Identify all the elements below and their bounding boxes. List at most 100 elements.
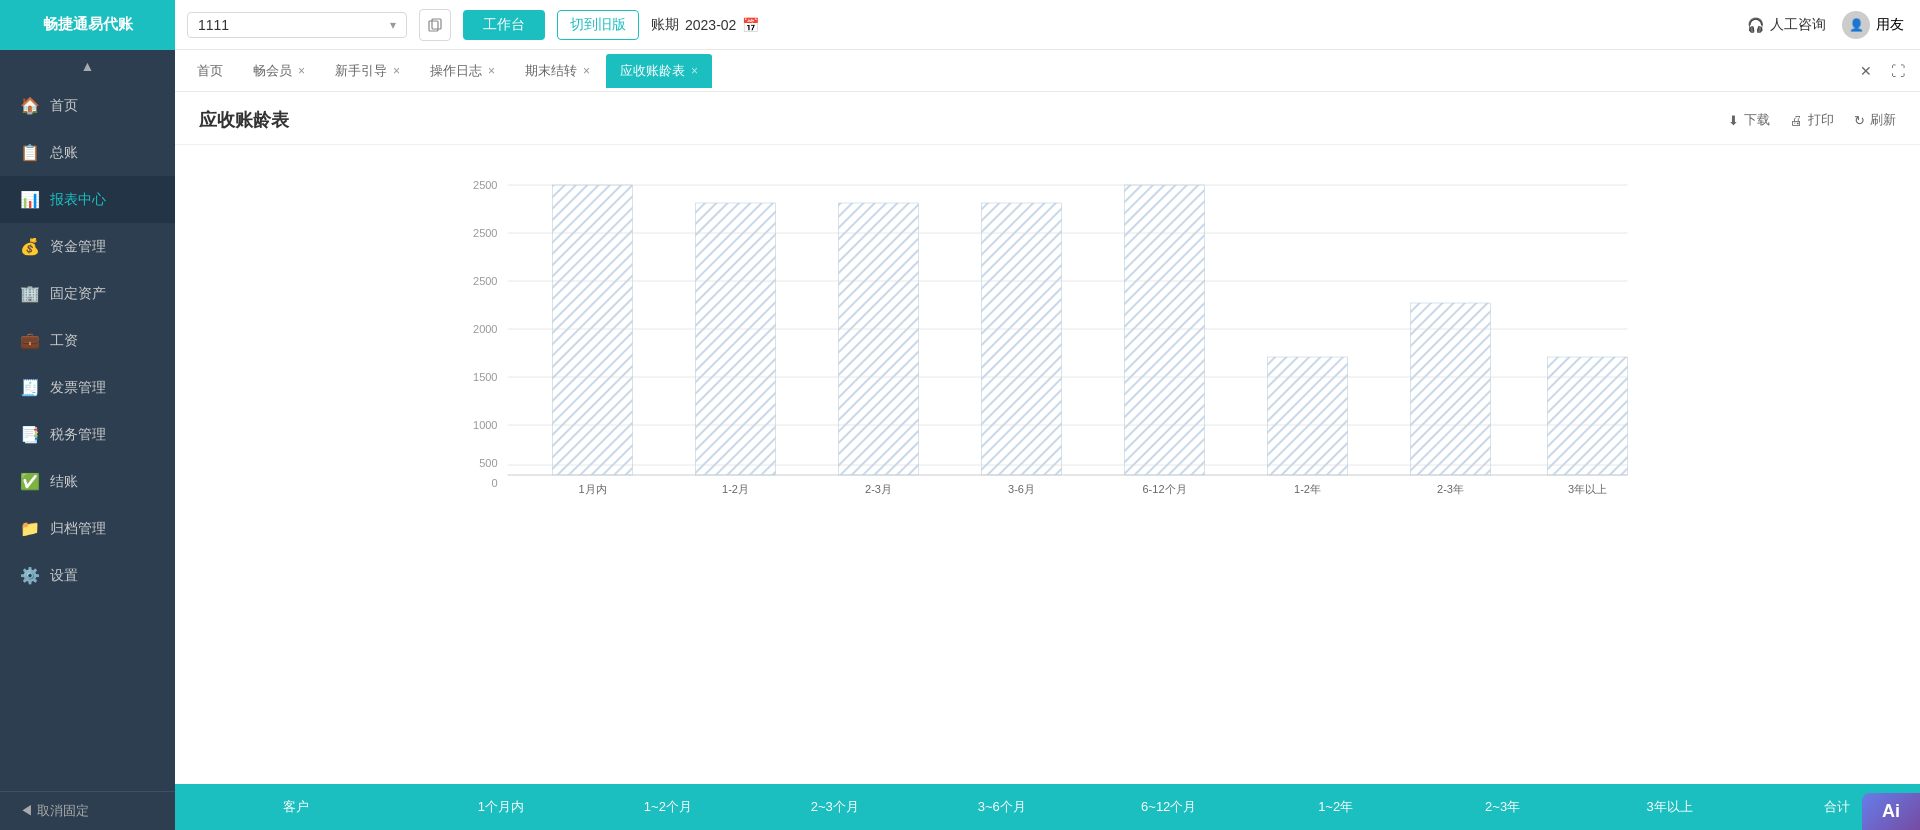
- close-tab-button[interactable]: ✕: [1852, 57, 1880, 85]
- svg-text:2000: 2000: [473, 323, 497, 335]
- tab-close-period-end[interactable]: ×: [583, 64, 590, 78]
- tab-close-aging[interactable]: ×: [691, 64, 698, 78]
- page-actions: ⬇ 下载 🖨 打印 ↻ 刷新: [1728, 111, 1896, 129]
- sidebar-label-tax: 税务管理: [50, 426, 106, 444]
- tabs-actions: ✕ ⛶: [1852, 57, 1912, 85]
- switch-version-button[interactable]: 切到旧版: [557, 10, 639, 40]
- sidebar-label-checkout: 结账: [50, 473, 78, 491]
- sidebar-item-home[interactable]: 🏠 首页: [0, 82, 175, 129]
- sidebar-item-settings[interactable]: ⚙️ 设置: [0, 552, 175, 599]
- ai-badge[interactable]: Ai: [1862, 793, 1920, 830]
- th-cell-5: 6~12个月: [1085, 798, 1252, 816]
- assets-icon: 🏢: [20, 284, 40, 303]
- tab-oplog[interactable]: 操作日志×: [416, 54, 509, 88]
- th-cell-2: 1~2个月: [584, 798, 751, 816]
- svg-text:6-12个月: 6-12个月: [1142, 483, 1186, 495]
- refresh-button[interactable]: ↻ 刷新: [1854, 111, 1896, 129]
- consult-button[interactable]: 🎧 人工咨询: [1747, 16, 1826, 34]
- tab-close-member[interactable]: ×: [298, 64, 305, 78]
- sidebar-label-settings: 设置: [50, 567, 78, 585]
- calendar-icon[interactable]: 📅: [742, 17, 759, 33]
- sidebar-label-assets: 固定资产: [50, 285, 106, 303]
- tab-aging[interactable]: 应收账龄表×: [606, 54, 712, 88]
- svg-text:1500: 1500: [473, 371, 497, 383]
- user-area[interactable]: 👤 用友: [1842, 11, 1904, 39]
- svg-text:1-2月: 1-2月: [722, 483, 749, 495]
- header-right: 🎧 人工咨询 👤 用友: [1747, 11, 1904, 39]
- sidebar-label-funds: 资金管理: [50, 238, 106, 256]
- consult-label: 人工咨询: [1770, 16, 1826, 34]
- bar-7: [1411, 303, 1491, 475]
- svg-text:2500: 2500: [473, 227, 497, 239]
- period-label: 账期: [651, 16, 679, 34]
- print-label: 打印: [1808, 111, 1834, 129]
- th-cell-6: 1~2年: [1252, 798, 1419, 816]
- tab-home[interactable]: 首页: [183, 54, 237, 88]
- sidebar-item-assets[interactable]: 🏢 固定资产: [0, 270, 175, 317]
- chart-area: 2500 2500 2500 2000 1500 1000 500 0: [175, 145, 1920, 784]
- sidebar-label-archive: 归档管理: [50, 520, 106, 538]
- ledger-icon: 📋: [20, 143, 40, 162]
- main-layout: ▲ 🏠 首页 📋 总账 📊报表中心 💰 资金管理 🏢 固定资产 💼工资 🧾 发票管理 📑 税务管理 ✅结账📁…: [0, 50, 1920, 830]
- sidebar-item-checkout[interactable]: ✅结账: [0, 458, 175, 505]
- sidebar-item-reports[interactable]: 📊报表中心: [0, 176, 175, 223]
- tax-icon: 📑: [20, 425, 40, 444]
- svg-text:3-6月: 3-6月: [1008, 483, 1035, 495]
- th-cell-8: 3年以上: [1586, 798, 1753, 816]
- download-button[interactable]: ⬇ 下载: [1728, 111, 1770, 129]
- cancel-pin-button[interactable]: ◀ 取消固定: [0, 792, 175, 830]
- bar-3: [839, 203, 919, 475]
- bar-chart: 2500 2500 2500 2000 1500 1000 500 0: [199, 165, 1896, 505]
- sidebar-label-home: 首页: [50, 97, 78, 115]
- tab-label-period-end: 期末结转: [525, 62, 577, 80]
- refresh-icon: ↻: [1854, 113, 1865, 128]
- tab-member[interactable]: 畅会员 ×: [239, 54, 319, 88]
- svg-text:1000: 1000: [473, 419, 497, 431]
- logo-text: 畅捷通易代账: [43, 15, 133, 34]
- bar-4: [982, 203, 1062, 475]
- sidebar-label-salary: 工资: [50, 332, 78, 350]
- invoice-icon: 🧾: [20, 378, 40, 397]
- tab-close-guide[interactable]: ×: [393, 64, 400, 78]
- company-selector[interactable]: 1111 ▾: [187, 12, 407, 38]
- svg-text:2500: 2500: [473, 275, 497, 287]
- sidebar-label-reports: 报表中心: [50, 191, 106, 209]
- top-header: 畅捷通易代账 1111 ▾ 工作台 切到旧版 账期 2023-02 📅 🎧 人工…: [0, 0, 1920, 50]
- tab-guide[interactable]: 新手引导×: [321, 54, 414, 88]
- period-area: 账期 2023-02 📅: [651, 16, 759, 34]
- maximize-tab-button[interactable]: ⛶: [1884, 57, 1912, 85]
- svg-text:1月内: 1月内: [578, 483, 606, 495]
- th-cell-3: 2~3个月: [751, 798, 918, 816]
- workbench-button[interactable]: 工作台: [463, 10, 545, 40]
- svg-text:500: 500: [479, 457, 497, 469]
- tab-period-end[interactable]: 期末结转 ×: [511, 54, 604, 88]
- sidebar-label-invoice: 发票管理: [50, 379, 106, 397]
- tab-label-member: 畅会员: [253, 62, 292, 80]
- download-label: 下载: [1744, 111, 1770, 129]
- download-icon: ⬇: [1728, 113, 1739, 128]
- th-cell-1: 1个月内: [417, 798, 584, 816]
- print-button[interactable]: 🖨 打印: [1790, 111, 1834, 129]
- settings-icon: ⚙️: [20, 566, 40, 585]
- scroll-up-button[interactable]: ▲: [0, 50, 175, 82]
- sidebar-item-archive[interactable]: 📁归档管理: [0, 505, 175, 552]
- sidebar-items: 🏠 首页 📋 总账 📊报表中心 💰 资金管理 🏢 固定资产 💼工资 🧾 发票管理 📑 税务管理 ✅结账📁归档…: [0, 82, 175, 599]
- th-cell-7: 2~3年: [1419, 798, 1586, 816]
- sidebar-item-funds[interactable]: 💰 资金管理: [0, 223, 175, 270]
- funds-icon: 💰: [20, 237, 40, 256]
- page-content: 应收账龄表 ⬇ 下载 🖨 打印 ↻ 刷新: [175, 92, 1920, 830]
- bar-5: [1125, 185, 1205, 475]
- sidebar-item-salary[interactable]: 💼工资: [0, 317, 175, 364]
- sidebar-item-invoice[interactable]: 🧾 发票管理: [0, 364, 175, 411]
- copy-button[interactable]: [419, 9, 451, 41]
- sidebar-item-ledger[interactable]: 📋 总账: [0, 129, 175, 176]
- th-cell-4: 3~6个月: [918, 798, 1085, 816]
- tab-close-oplog[interactable]: ×: [488, 64, 495, 78]
- sidebar: ▲ 🏠 首页 📋 总账 📊报表中心 💰 资金管理 🏢 固定资产 💼工资 🧾 发票管理 📑 税务管理 ✅结账📁…: [0, 50, 175, 830]
- sidebar-label-ledger: 总账: [50, 144, 78, 162]
- bar-1: [553, 185, 633, 475]
- company-name: 1111: [198, 17, 382, 33]
- bar-6: [1268, 357, 1348, 475]
- sidebar-item-tax[interactable]: 📑 税务管理: [0, 411, 175, 458]
- home-icon: 🏠: [20, 96, 40, 115]
